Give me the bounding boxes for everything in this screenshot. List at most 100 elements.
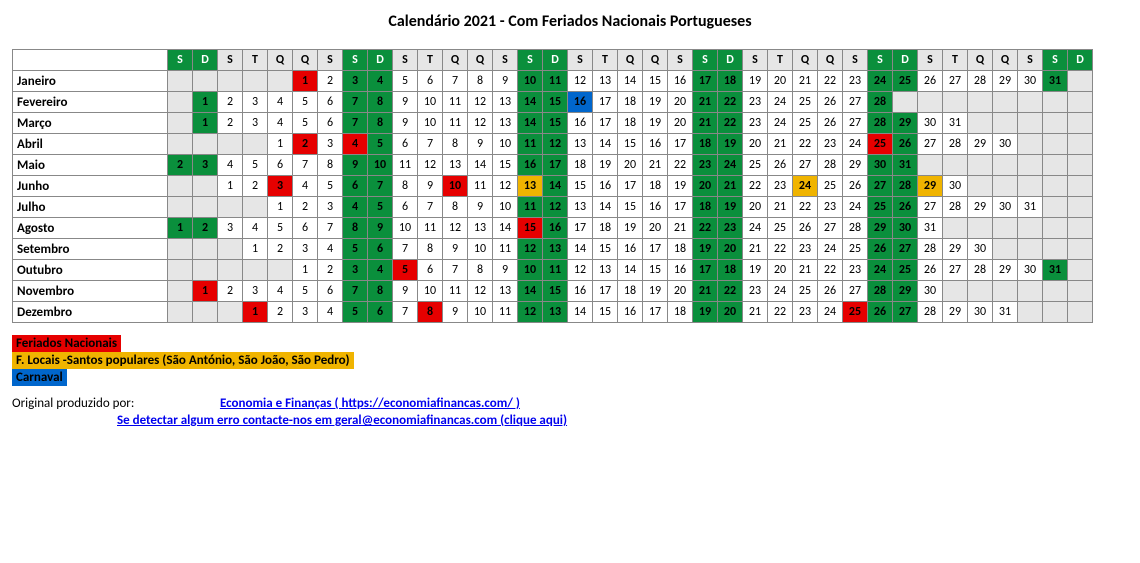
day: 11 xyxy=(493,239,518,260)
day: 18 xyxy=(643,176,668,197)
day: 13 xyxy=(593,71,618,92)
day: 16 xyxy=(618,239,643,260)
day-empty xyxy=(1068,302,1093,323)
day: 22 xyxy=(818,260,843,281)
month-name: Março xyxy=(13,113,168,134)
day-weekend: 13 xyxy=(543,239,568,260)
day-weekend: 6 xyxy=(368,239,393,260)
day: 3 xyxy=(293,239,318,260)
day-weekend: 26 xyxy=(868,302,893,323)
day-weekend: 28 xyxy=(868,92,893,113)
day: 9 xyxy=(468,134,493,155)
day-weekend: 14 xyxy=(518,113,543,134)
day-weekend: 2 xyxy=(168,155,193,176)
day: 10 xyxy=(418,281,443,302)
header-day: S xyxy=(918,50,943,71)
day: 24 xyxy=(743,218,768,239)
day-empty xyxy=(968,155,993,176)
day: 1 xyxy=(293,260,318,281)
day: 19 xyxy=(618,218,643,239)
day: 6 xyxy=(293,218,318,239)
day: 4 xyxy=(218,155,243,176)
day: 9 xyxy=(393,281,418,302)
day-weekend: 22 xyxy=(718,92,743,113)
credit-link-1[interactable]: Economia e Finanças ( https://economiafi… xyxy=(220,396,520,411)
day: 18 xyxy=(668,302,693,323)
day: 21 xyxy=(768,197,793,218)
day-local: 29 xyxy=(918,176,943,197)
day: 28 xyxy=(843,218,868,239)
day-weekend: 9 xyxy=(368,218,393,239)
day: 20 xyxy=(743,197,768,218)
day: 21 xyxy=(793,260,818,281)
day: 30 xyxy=(1018,71,1043,92)
header-day: S xyxy=(343,50,368,71)
day: 6 xyxy=(268,155,293,176)
day-empty xyxy=(218,239,243,260)
day: 25 xyxy=(793,92,818,113)
day-weekend: 8 xyxy=(368,113,393,134)
day: 13 xyxy=(443,155,468,176)
day: 12 xyxy=(493,176,518,197)
day-empty xyxy=(1018,92,1043,113)
day-empty xyxy=(943,92,968,113)
day: 17 xyxy=(643,239,668,260)
day: 20 xyxy=(668,281,693,302)
day-empty xyxy=(1018,239,1043,260)
credit-link-2[interactable]: Se detectar algum erro contacte-nos em g… xyxy=(117,413,567,428)
day-weekend: 15 xyxy=(543,113,568,134)
month-name: Setembro xyxy=(13,239,168,260)
header-day: S xyxy=(868,50,893,71)
day: 15 xyxy=(568,176,593,197)
day: 17 xyxy=(568,218,593,239)
day-local: 24 xyxy=(793,176,818,197)
day-weekend: 5 xyxy=(343,239,368,260)
day: 3 xyxy=(243,113,268,134)
credit-label: Original produzido por: xyxy=(12,396,217,411)
day-weekend: 11 xyxy=(543,71,568,92)
day: 31 xyxy=(993,302,1018,323)
day-weekend: 7 xyxy=(368,176,393,197)
header-day: D xyxy=(193,50,218,71)
day: 1 xyxy=(218,176,243,197)
day-weekend: 2 xyxy=(193,218,218,239)
day-holiday: 15 xyxy=(518,218,543,239)
day: 15 xyxy=(618,134,643,155)
day: 25 xyxy=(818,176,843,197)
day: 12 xyxy=(418,155,443,176)
month-name: Dezembro xyxy=(13,302,168,323)
day-weekend: 3 xyxy=(343,71,368,92)
day-weekend: 18 xyxy=(693,197,718,218)
header-day: S xyxy=(743,50,768,71)
day: 30 xyxy=(993,134,1018,155)
day: 9 xyxy=(418,176,443,197)
day-weekend: 28 xyxy=(868,281,893,302)
day: 21 xyxy=(743,302,768,323)
day: 27 xyxy=(918,134,943,155)
day-weekend: 27 xyxy=(868,176,893,197)
day: 12 xyxy=(468,92,493,113)
day: 18 xyxy=(618,281,643,302)
day: 5 xyxy=(293,281,318,302)
header-day: D xyxy=(543,50,568,71)
day: 27 xyxy=(818,218,843,239)
day: 13 xyxy=(493,281,518,302)
day: 4 xyxy=(243,218,268,239)
day: 24 xyxy=(768,281,793,302)
day: 25 xyxy=(843,239,868,260)
day: 25 xyxy=(768,218,793,239)
day: 23 xyxy=(843,71,868,92)
day: 30 xyxy=(1018,260,1043,281)
day-weekend: 4 xyxy=(343,197,368,218)
day-weekend: 13 xyxy=(543,302,568,323)
day: 20 xyxy=(768,71,793,92)
day: 12 xyxy=(468,281,493,302)
day-weekend: 20 xyxy=(718,239,743,260)
day-empty xyxy=(168,113,193,134)
day-weekend: 14 xyxy=(543,176,568,197)
day: 14 xyxy=(468,155,493,176)
day: 4 xyxy=(268,92,293,113)
day: 19 xyxy=(643,281,668,302)
day: 20 xyxy=(768,260,793,281)
day-weekend: 24 xyxy=(718,155,743,176)
